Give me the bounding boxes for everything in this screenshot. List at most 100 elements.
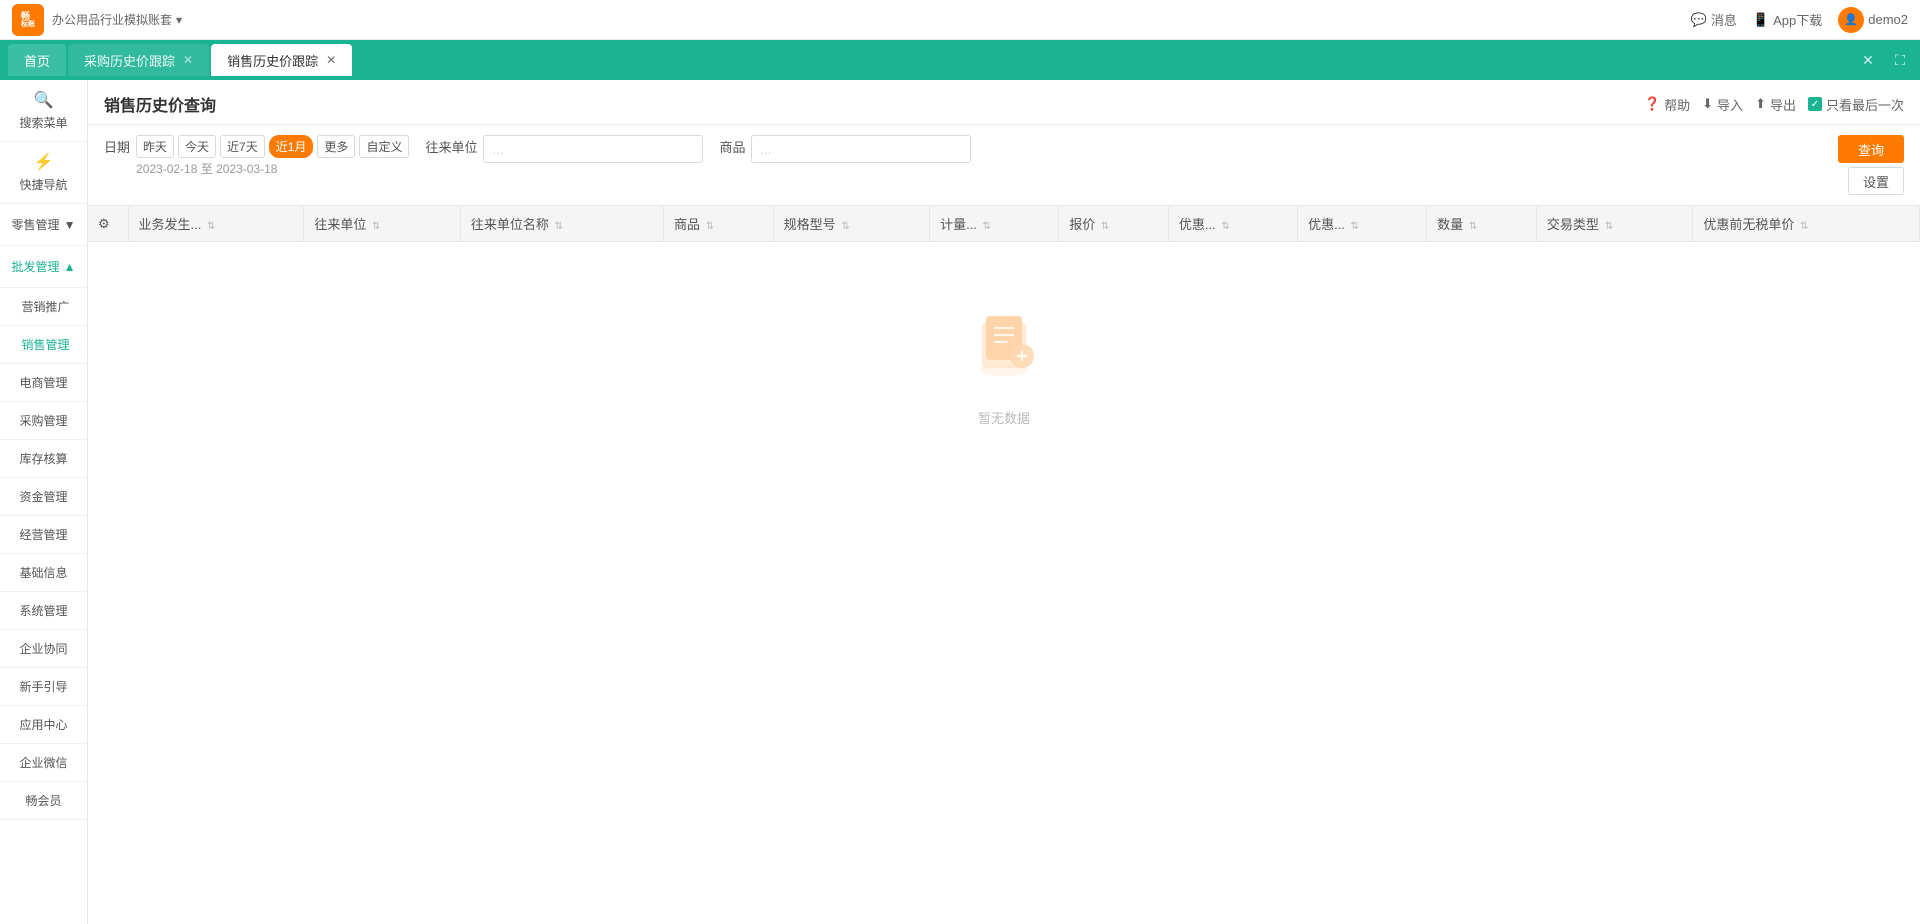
sort-icon-discount2: ⇅	[1351, 221, 1359, 232]
only-last-label: 只看最后一次	[1826, 95, 1904, 114]
message-button[interactable]: 💬 消息	[1691, 10, 1737, 29]
col-partner-name[interactable]: 往来单位名称 ⇅	[460, 206, 663, 242]
col-product-label: 商品	[674, 217, 700, 232]
sidebar-guide-label: 新手引导	[19, 678, 67, 695]
username-label: demo2	[1868, 12, 1908, 27]
sidebar-item-search[interactable]: 🔍 搜索菜单	[0, 80, 87, 142]
app-download-button[interactable]: 📱 App下载	[1753, 10, 1822, 29]
sidebar-item-basics[interactable]: 基础信息	[0, 554, 87, 592]
sidebar-item-inventory[interactable]: 库存核算	[0, 440, 87, 478]
col-unit-label: 计量...	[940, 217, 977, 232]
date-buttons: 昨天 今天 近7天 近1月 更多 自定义	[136, 135, 409, 158]
sort-icon-pre-tax-price: ⇅	[1800, 221, 1808, 232]
tab-purchase[interactable]: 采购历史价跟踪 ✕	[68, 44, 209, 76]
last7days-btn[interactable]: 近7天	[220, 135, 265, 158]
more-btn[interactable]: 更多	[317, 135, 355, 158]
col-quote-label: 报价	[1069, 217, 1095, 232]
sidebar-item-shortcut[interactable]: ⚡ 快捷导航	[0, 142, 87, 204]
sidebar-item-ecommerce[interactable]: 电商管理	[0, 364, 87, 402]
col-pre-tax-price[interactable]: 优惠前无税单价 ⇅	[1693, 206, 1920, 242]
col-product[interactable]: 商品 ⇅	[663, 206, 773, 242]
sidebar-item-wholesale[interactable]: 批发管理 ▲	[0, 246, 87, 288]
sort-icon-partner-code: ⇅	[372, 221, 380, 232]
sidebar-marketing-label: 营销推广	[21, 298, 69, 315]
sidebar-item-wechat[interactable]: 企业微信	[0, 744, 87, 782]
app-title-dropdown[interactable]: 办公用品行业模拟账套 ▾	[52, 11, 182, 28]
filter-right-actions: 查询 设置	[1838, 135, 1904, 195]
sidebar-item-enterprise[interactable]: 企业协同	[0, 630, 87, 668]
col-quantity[interactable]: 数量 ⇅	[1427, 206, 1537, 242]
sidebar-basics-label: 基础信息	[19, 564, 67, 581]
sidebar-retail-label: 零售管理	[12, 216, 60, 233]
query-button[interactable]: 查询	[1838, 135, 1904, 163]
chevron-down-icon: ▼	[64, 218, 76, 232]
sort-icon-biz-date: ⇅	[207, 221, 215, 232]
col-discount2[interactable]: 优惠... ⇅	[1298, 206, 1427, 242]
empty-icon	[964, 302, 1044, 396]
sidebar-item-sales-mgmt[interactable]: 销售管理	[0, 326, 87, 364]
col-spec[interactable]: 规格型号 ⇅	[773, 206, 929, 242]
product-input[interactable]: ...	[751, 135, 971, 163]
app-title: 办公用品行业模拟账套	[52, 11, 172, 28]
table-container: ⚙ 业务发生... ⇅ 往来单位 ⇅ 往来单位名称 ⇅	[88, 206, 1920, 924]
filter-bar: 日期 昨天 今天 近7天 近1月 更多 自定义 2023-02-18 至 202…	[88, 125, 1920, 206]
sidebar-item-apps[interactable]: 应用中心	[0, 706, 87, 744]
help-icon: ❓	[1644, 96, 1660, 112]
tab-purchase-close[interactable]: ✕	[183, 53, 193, 67]
sidebar-item-finance[interactable]: 资金管理	[0, 478, 87, 516]
download-icon: 📱	[1753, 12, 1769, 28]
page-actions: ❓ 帮助 ⬇ 导入 ⬆ 导出 ✓ 只看最后一次	[1644, 95, 1904, 114]
sidebar-item-system[interactable]: 系统管理	[0, 592, 87, 630]
col-discount1[interactable]: 优惠... ⇅	[1168, 206, 1297, 242]
filter-dates: 昨天 今天 近7天 近1月 更多 自定义 2023-02-18 至 2023-0…	[136, 135, 409, 177]
avatar: 👤	[1838, 7, 1864, 33]
tab-purchase-label: 采购历史价跟踪	[84, 51, 175, 70]
tab-home[interactable]: 首页	[8, 44, 66, 76]
partner-input[interactable]: ...	[483, 135, 703, 163]
sidebar-item-retail[interactable]: 零售管理 ▼	[0, 204, 87, 246]
user-menu[interactable]: 👤 demo2	[1838, 7, 1908, 33]
maximize-button[interactable]: ⛶	[1888, 48, 1912, 72]
col-trade-type[interactable]: 交易类型 ⇅	[1536, 206, 1692, 242]
sidebar-system-label: 系统管理	[19, 602, 67, 619]
sidebar-member-label: 畅会员	[25, 792, 61, 809]
partner-filter-group: 往来单位 ...	[425, 135, 703, 163]
col-biz-date[interactable]: 业务发生... ⇅	[128, 206, 304, 242]
sort-icon-spec: ⇅	[841, 221, 849, 232]
sidebar-item-marketing[interactable]: 营销推广	[0, 288, 87, 326]
col-quote[interactable]: 报价 ⇅	[1059, 206, 1169, 242]
main-layout: 🔍 搜索菜单 ⚡ 快捷导航 零售管理 ▼ 批发管理 ▲ 营销推广 销售管理 电商…	[0, 80, 1920, 924]
col-partner-code-label: 往来单位	[314, 217, 366, 232]
tab-sales-close[interactable]: ✕	[326, 53, 336, 67]
today-btn[interactable]: 今天	[178, 135, 216, 158]
import-button[interactable]: ⬇ 导入	[1702, 95, 1743, 114]
close-window-button[interactable]: ✕	[1856, 48, 1880, 72]
only-last-checkbox[interactable]: ✓ 只看最后一次	[1808, 95, 1904, 114]
col-partner-code[interactable]: 往来单位 ⇅	[304, 206, 460, 242]
col-unit[interactable]: 计量... ⇅	[930, 206, 1059, 242]
table-settings-col[interactable]: ⚙	[88, 206, 128, 242]
col-discount2-label: 优惠...	[1308, 217, 1345, 232]
sidebar-item-guide[interactable]: 新手引导	[0, 668, 87, 706]
export-button[interactable]: ⬆ 导出	[1755, 95, 1796, 114]
sidebar-apps-label: 应用中心	[19, 716, 67, 733]
custom-btn[interactable]: 自定义	[359, 135, 409, 158]
content-area: 销售历史价查询 ❓ 帮助 ⬇ 导入 ⬆ 导出 ✓ 只看最后一次	[88, 80, 1920, 924]
yesterday-btn[interactable]: 昨天	[136, 135, 174, 158]
sidebar-item-member[interactable]: 畅会员	[0, 782, 87, 820]
help-button[interactable]: ❓ 帮助	[1644, 95, 1690, 114]
sidebar-item-operations[interactable]: 经营管理	[0, 516, 87, 554]
sidebar-item-purchase[interactable]: 采购管理	[0, 402, 87, 440]
sidebar-operations-label: 经营管理	[19, 526, 67, 543]
col-quantity-label: 数量	[1437, 217, 1463, 232]
sidebar-wholesale-label: 批发管理	[12, 258, 60, 275]
sidebar-purchase-label: 采购管理	[19, 412, 67, 429]
partner-filter-label: 往来单位	[425, 135, 477, 156]
settings-button[interactable]: 设置	[1848, 167, 1904, 195]
partner-input-dots: ...	[492, 142, 503, 157]
avatar-icon: 👤	[1844, 13, 1858, 26]
last1month-btn[interactable]: 近1月	[269, 135, 314, 158]
tab-sales[interactable]: 销售历史价跟踪 ✕	[211, 44, 352, 76]
product-filter-label: 商品	[719, 135, 745, 156]
sidebar-shortcut-label: 快捷导航	[19, 176, 67, 193]
